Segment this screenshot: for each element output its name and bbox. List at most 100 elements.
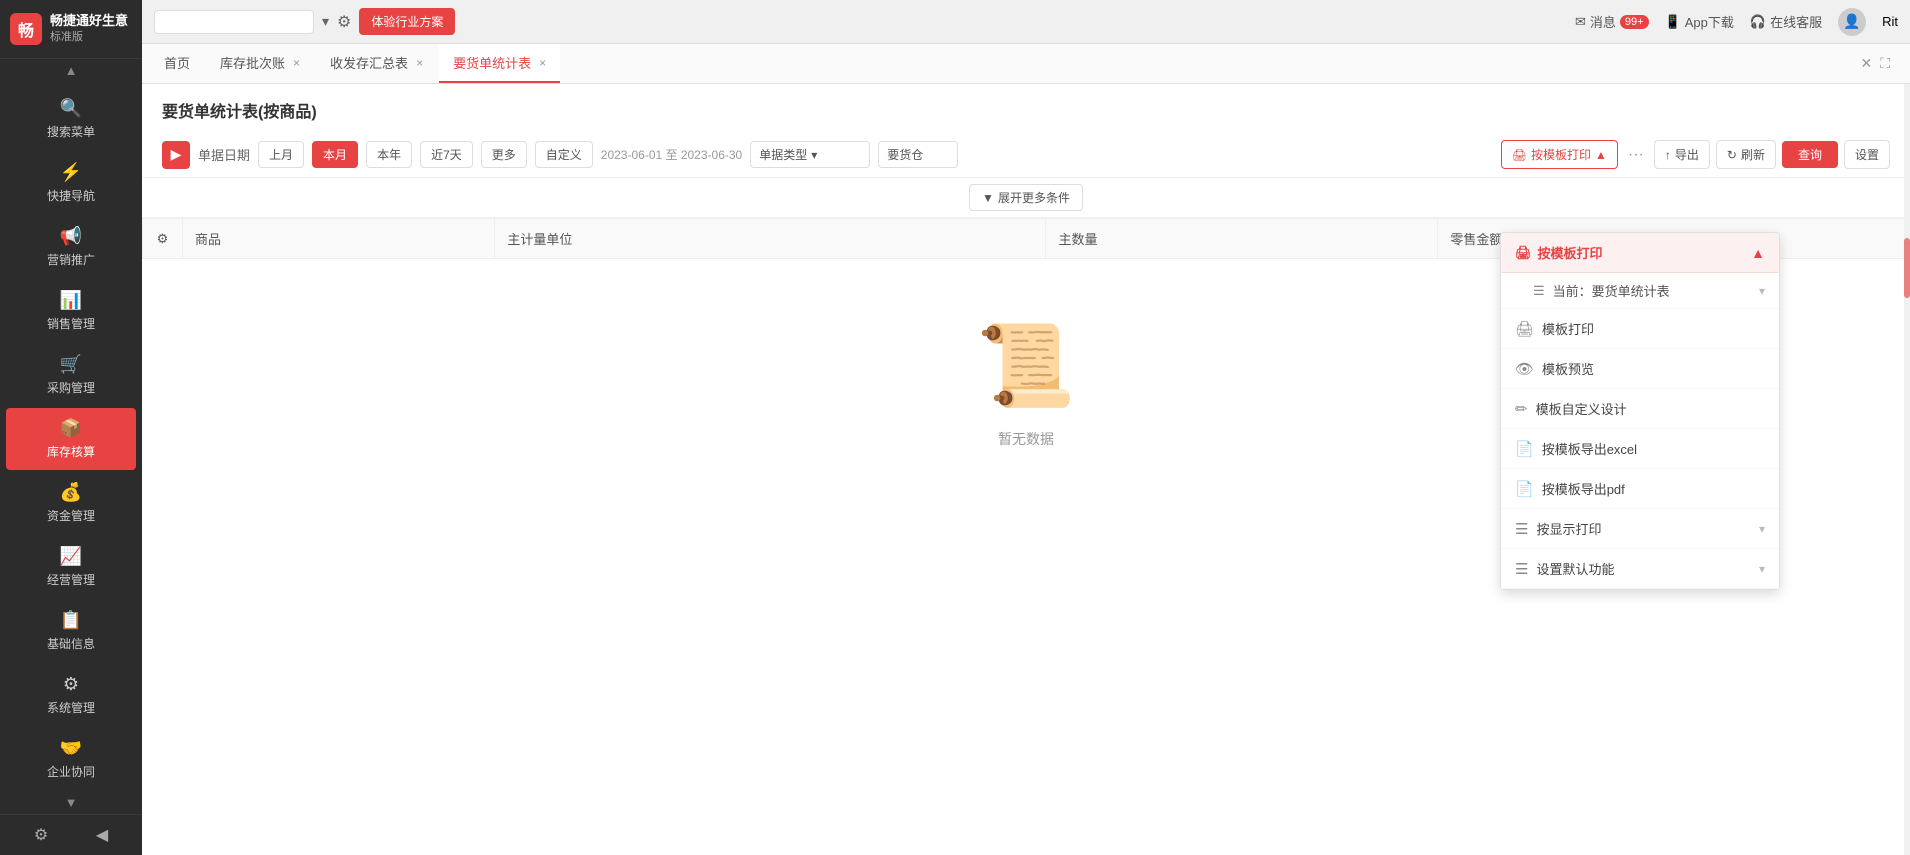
this-year-btn[interactable]: 本年	[366, 141, 412, 168]
topbar-settings-icon[interactable]: ⚙	[337, 12, 351, 32]
custom-date-btn[interactable]: 自定义	[535, 141, 593, 168]
sidebar-item-operation[interactable]: 📈 经营管理	[6, 536, 136, 598]
tab-首页[interactable]: 首页	[150, 44, 204, 83]
sidebar-label-quick-nav: 快捷导航	[47, 187, 95, 204]
dropdown-item-template_preview[interactable]: 👁模板预览	[1501, 349, 1779, 389]
tab-库存批次账[interactable]: 库存批次账×	[206, 44, 314, 83]
export-label: 导出	[1675, 146, 1699, 163]
this-month-btn[interactable]: 本月	[312, 141, 358, 168]
sidebar-item-purchase[interactable]: 🛒采购管理	[6, 344, 136, 406]
sidebar-item-system[interactable]: ⚙系统管理	[6, 664, 136, 726]
expand-filter-button[interactable]: ▶	[162, 141, 190, 169]
template_export_excel-icon: 📄	[1515, 440, 1534, 458]
settings-btn[interactable]: 设置	[1844, 140, 1890, 169]
tab-close-要货单统计表[interactable]: ×	[539, 56, 546, 70]
scroll-up[interactable]: ▲	[0, 59, 142, 82]
scroll-down[interactable]: ▼	[0, 791, 142, 814]
quick-nav-icon: ⚡	[60, 162, 82, 183]
topbar-right: ✉ 消息 99+ 📱 App下载 🎧 在线客服 👤 Rit	[1575, 8, 1898, 36]
sidebar-item-basic[interactable]: 📋基础信息	[6, 600, 136, 662]
messages-btn[interactable]: ✉ 消息 99+	[1575, 12, 1649, 31]
dropdown-item-template_print[interactable]: 🖨模板打印	[1501, 309, 1779, 349]
last-month-btn[interactable]: 上月	[258, 141, 304, 168]
template-print-expand-icon: ▲	[1595, 148, 1607, 162]
close-x-icon[interactable]: ✕	[1860, 55, 1872, 72]
service-icon: 🎧	[1750, 14, 1766, 30]
enterprise-icon: 🤝	[60, 738, 82, 759]
scrollbar-thumb[interactable]	[1904, 238, 1910, 298]
dropdown-collapse-icon[interactable]: ▲	[1751, 245, 1765, 261]
th-settings[interactable]: ⚙	[143, 219, 183, 259]
query-btn[interactable]: 查询	[1782, 141, 1838, 168]
service-label: 在线客服	[1770, 12, 1822, 31]
sidebar-label-marketing: 营销推广	[47, 251, 95, 268]
current-template-label: 当前：要货单统计表	[1553, 281, 1670, 300]
export-btn[interactable]: ↑ 导出	[1654, 140, 1710, 169]
current-template-item[interactable]: ☰ 当前：要货单统计表 ▾	[1501, 273, 1779, 309]
sidebar-item-quick-nav[interactable]: ⚡ 快捷导航	[6, 152, 136, 214]
dropdown-title-label: 按模板打印	[1538, 243, 1603, 262]
template_custom-icon: ✏	[1515, 400, 1528, 418]
marketing-icon: 📢	[60, 226, 82, 247]
toolbar-actions: 🖨 按模板打印 ▲ ··· ↑ 导出 ↻ 刷新 查询 设置	[1501, 140, 1890, 169]
template_print-icon: 🖨	[1515, 320, 1534, 338]
online-service-btn[interactable]: 🎧 在线客服	[1750, 12, 1822, 31]
content-area: 要货单统计表(按商品) ▶ 单据日期 上月 本月 本年 近7天 更多 自定义 2…	[142, 84, 1910, 855]
sidebar-label-finance: 资金管理	[47, 507, 95, 524]
more-date-btn[interactable]: 更多	[481, 141, 527, 168]
expand-more-label: 展开更多条件	[998, 189, 1070, 206]
tabbar: 首页库存批次账×收发存汇总表×要货单统计表× ✕ ⛶	[142, 44, 1910, 84]
operation-icon: 📈	[60, 546, 82, 567]
settings-footer-icon[interactable]: ⚙	[34, 825, 48, 845]
sidebar-item-enterprise[interactable]: 🤝企业协同	[6, 728, 136, 790]
default_func-icon: ☰	[1515, 560, 1528, 578]
dropdown-expandable-default_func[interactable]: ☰设置默认功能▾	[1501, 549, 1779, 589]
tab-close-库存批次账[interactable]: ×	[293, 56, 300, 70]
maximize-icon[interactable]: ⛶	[1880, 55, 1890, 72]
brand-name: 畅捷通好生意	[50, 12, 128, 30]
sidebar-footer: ⚙ ◀	[0, 814, 142, 855]
sidebar: 畅 畅捷通好生意 标准版 ▲ 🔍搜索菜单 ⚡ 快捷导航 📢 营销推广 📊销售管理🛒采购管理…	[0, 0, 142, 855]
sidebar-item-finance[interactable]: 💰资金管理	[6, 472, 136, 534]
current-template-icon: ☰	[1533, 283, 1545, 299]
warehouse-filter-select[interactable]: 要货仓	[878, 141, 958, 168]
logo: 畅 畅捷通好生意 标准版	[0, 0, 142, 59]
app-icon: 📱	[1665, 14, 1681, 30]
promo-button[interactable]: 体验行业方案	[359, 8, 455, 35]
sidebar-item-sales[interactable]: 📊销售管理	[6, 280, 136, 342]
th-unit: 主计量单位	[495, 219, 1046, 259]
sidebar-item-marketing[interactable]: 📢 营销推广	[6, 216, 136, 278]
collapse-icon[interactable]: ◀	[96, 825, 108, 845]
vertical-scrollbar[interactable]	[1904, 84, 1910, 855]
tab-要货单统计表[interactable]: 要货单统计表×	[439, 44, 560, 83]
last-7days-btn[interactable]: 近7天	[420, 141, 473, 168]
sidebar-label-operation: 经营管理	[47, 571, 95, 588]
more-actions-icon[interactable]: ···	[1624, 146, 1648, 164]
dropdown-expandable-display_print[interactable]: ☰按显示打印▾	[1501, 509, 1779, 549]
avatar[interactable]: 👤	[1838, 8, 1866, 36]
page-header: 要货单统计表(按商品)	[142, 84, 1910, 132]
expand-more-toolbar: ▼ 展开更多条件	[142, 178, 1910, 218]
search-input[interactable]	[154, 10, 314, 34]
sidebar-item-inventory[interactable]: 📦库存核算	[6, 408, 136, 470]
sidebar-item-search[interactable]: 🔍搜索菜单	[6, 88, 136, 150]
topbar: ▾ ⚙ 体验行业方案 ✉ 消息 99+ 📱 App下载 🎧 在线客服 👤 Rit	[142, 0, 1910, 44]
sidebar-nav: 🔍搜索菜单 ⚡ 快捷导航 📢 营销推广 📊销售管理🛒采购管理📦库存核算💰资金管理 📈 经营管理…	[0, 82, 142, 791]
dropdown-arrow-icon[interactable]: ▾	[322, 13, 329, 30]
order-type-select[interactable]: 单据类型 ▾	[750, 141, 870, 168]
printer-icon: 🖨	[1512, 148, 1527, 162]
expand-more-btn[interactable]: ▼ 展开更多条件	[969, 184, 1083, 211]
dropdown-item-template_export_excel[interactable]: 📄按模板导出excel	[1501, 429, 1779, 469]
logo-icon: 畅	[10, 13, 42, 45]
dropdown-item-template_custom[interactable]: ✏模板自定义设计	[1501, 389, 1779, 429]
dropdown-print-icon: 🖨	[1515, 245, 1532, 261]
dropdown-panel-header[interactable]: 🖨 按模板打印 ▲	[1501, 233, 1779, 273]
refresh-btn[interactable]: ↻ 刷新	[1716, 140, 1776, 169]
close-window-icon[interactable]: ✕ ⛶	[1852, 44, 1898, 83]
tab-close-收发存汇总表[interactable]: ×	[416, 56, 423, 70]
tab-收发存汇总表[interactable]: 收发存汇总表×	[316, 44, 437, 83]
warehouse-label: 要货仓	[887, 146, 923, 163]
dropdown-item-template_export_pdf[interactable]: 📄按模板导出pdf	[1501, 469, 1779, 509]
app-download-btn[interactable]: 📱 App下载	[1665, 12, 1734, 31]
template-print-btn[interactable]: 🖨 按模板打印 ▲	[1501, 140, 1618, 169]
